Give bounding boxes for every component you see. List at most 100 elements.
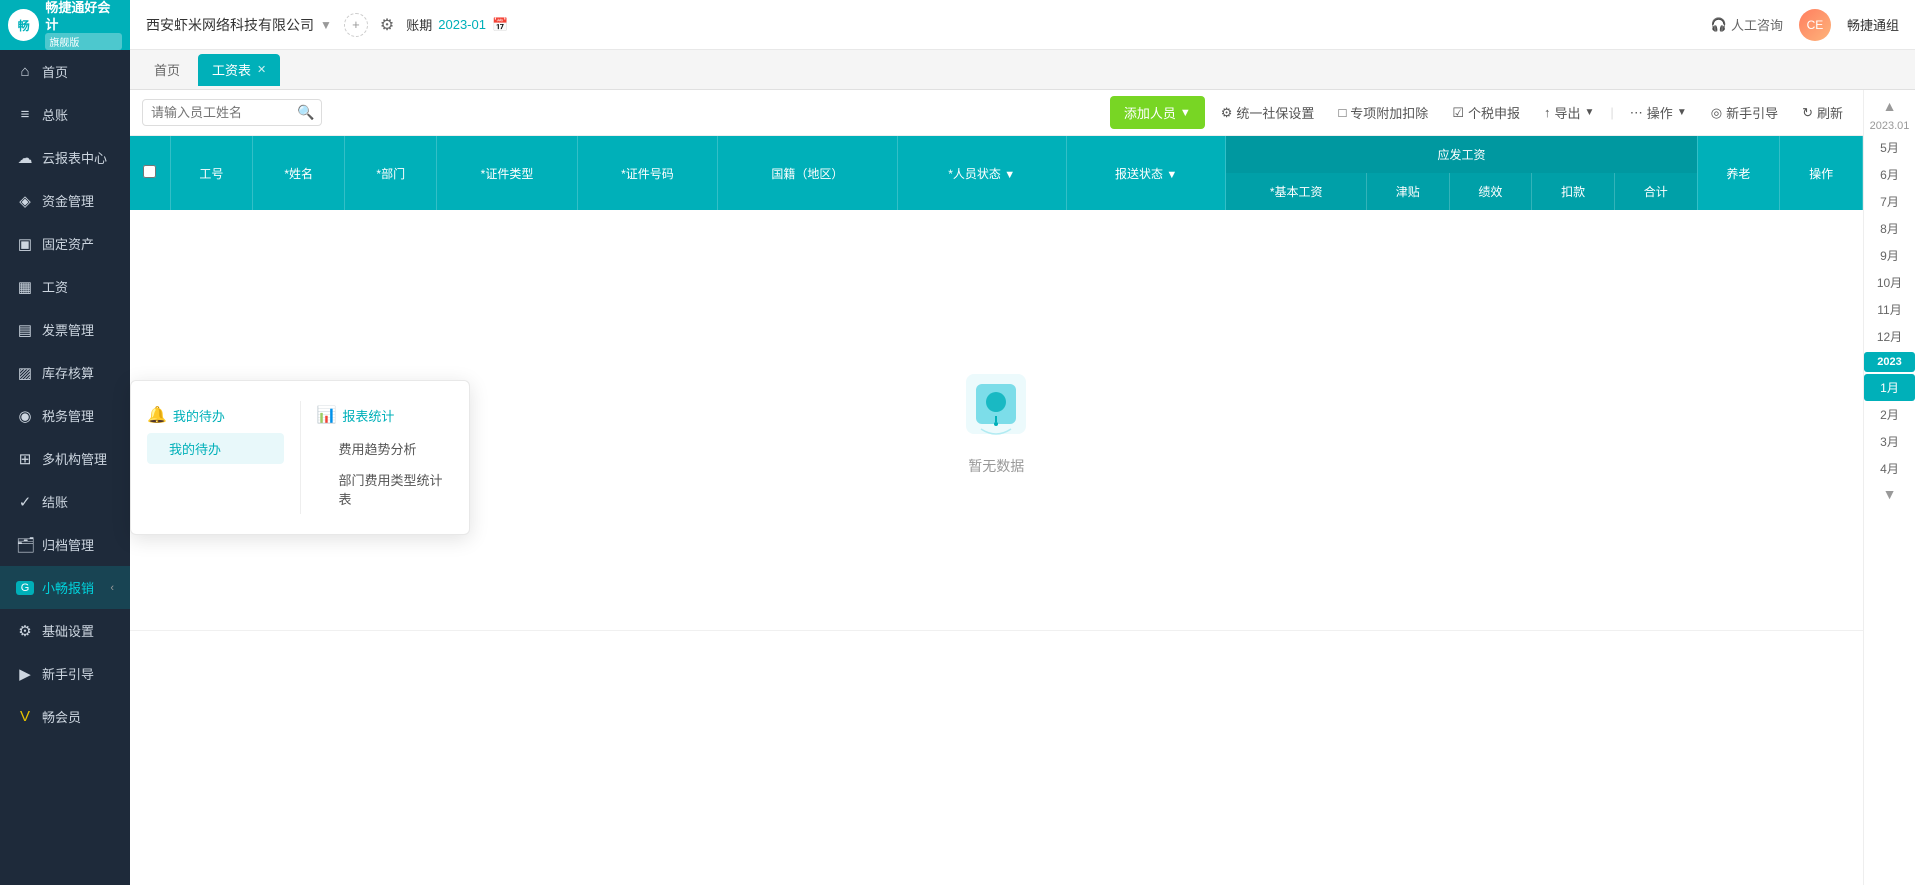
actions-header: 操作 xyxy=(1780,136,1863,210)
multi-org-icon: ⊞ xyxy=(16,450,34,468)
sidebar-item-basic-settings[interactable]: ⚙ 基础设置 xyxy=(0,609,130,652)
timeline-month-11[interactable]: 11月 xyxy=(1864,296,1915,323)
timeline-month-6[interactable]: 6月 xyxy=(1864,161,1915,188)
sidebar-item-invoice[interactable]: ▤ 发票管理 xyxy=(0,308,130,351)
calendar-icon[interactable]: 📅 xyxy=(492,17,508,33)
inventory-icon: ▨ xyxy=(16,364,34,382)
tab-salary-table[interactable]: 工资表 ✕ xyxy=(198,54,280,86)
sidebar-item-multi-org[interactable]: ⊞ 多机构管理 xyxy=(0,437,130,480)
search-icon: 🔍 xyxy=(297,104,314,121)
checkbox-header[interactable] xyxy=(130,136,170,210)
invoice-icon: ▤ xyxy=(16,321,34,339)
social-insurance-button[interactable]: ⚙ 统一社保设置 xyxy=(1213,99,1323,126)
timeline-month-3[interactable]: 3月 xyxy=(1864,428,1915,455)
cloud-icon: ☁ xyxy=(16,149,34,167)
settings-button[interactable]: ⚙ xyxy=(380,15,394,35)
operation-button[interactable]: ⋯ 操作 ▼ xyxy=(1622,99,1695,126)
timeline-month-5[interactable]: 5月 xyxy=(1864,134,1915,161)
sidebar-item-new-guide[interactable]: ▶ 新手引导 xyxy=(0,652,130,695)
employee-no-header: 工号 xyxy=(170,136,253,210)
sidebar-item-fixed-assets[interactable]: ▣ 固定资产 xyxy=(0,222,130,265)
timeline-month-7[interactable]: 7月 xyxy=(1864,188,1915,215)
total-header: 合计 xyxy=(1614,173,1697,210)
avatar: CE xyxy=(1799,9,1831,41)
popup-item-dept-cost[interactable]: 部门费用类型统计表 xyxy=(317,464,454,514)
timeline-down-icon[interactable]: ▼ xyxy=(1879,482,1901,506)
tabbar: 首页 工资表 ✕ xyxy=(130,50,1915,90)
add-person-button[interactable]: 添加人员 ▼ xyxy=(1110,96,1205,129)
sidebar-item-tax[interactable]: ◉ 税务管理 xyxy=(0,394,130,437)
tab-close-icon[interactable]: ✕ xyxy=(257,63,266,76)
sidebar-item-archive[interactable]: 🗂 归档管理 xyxy=(0,523,130,566)
tax-deduction-button[interactable]: □ 专项附加扣除 xyxy=(1330,99,1436,126)
timeline-month-4[interactable]: 4月 xyxy=(1864,455,1915,482)
empty-icon xyxy=(956,364,1036,444)
building-icon: ▣ xyxy=(16,235,34,253)
archive-icon: 🗂 xyxy=(16,536,34,554)
reports-title-icon: 📊 xyxy=(317,405,337,425)
operation-arrow-icon: ▼ xyxy=(1677,107,1687,118)
timeline-year-label: 2023.01 xyxy=(1870,118,1910,134)
pension-header: 养老 xyxy=(1697,136,1780,210)
refresh-button[interactable]: ↻ 刷新 xyxy=(1794,99,1851,126)
sidebar-item-xiao-chang[interactable]: G 小畅报销 ‹ xyxy=(0,566,130,609)
export-icon: ↑ xyxy=(1544,105,1551,120)
sidebar-item-fund[interactable]: ◈ 资金管理 xyxy=(0,179,130,222)
sidebar-item-inventory[interactable]: ▨ 库存核算 xyxy=(0,351,130,394)
export-arrow-icon: ▼ xyxy=(1585,107,1595,118)
select-all-checkbox[interactable] xyxy=(143,165,156,178)
add-company-button[interactable]: + xyxy=(344,13,368,37)
header: 西安虾米网络科技有限公司 ▼ + ⚙ 账期 2023-01 📅 🎧 人工咨询 C… xyxy=(130,0,1915,50)
customer-service-button[interactable]: 🎧 人工咨询 xyxy=(1711,15,1783,34)
username: 畅捷通组 xyxy=(1847,15,1899,34)
tax-declaration-button[interactable]: ☑ 个税申报 xyxy=(1444,99,1528,126)
home-icon: ⌂ xyxy=(16,63,34,80)
app-logo: 畅 畅捷通好会计 旗舰版 xyxy=(0,0,130,50)
sidebar-item-cloud-report[interactable]: ☁ 云报表中心 xyxy=(0,136,130,179)
sidebar-item-checkout[interactable]: ✓ 结账 xyxy=(0,480,130,523)
base-salary-header: *基本工资 xyxy=(1226,173,1366,210)
timeline-month-2[interactable]: 2月 xyxy=(1864,401,1915,428)
popup-reports-title: 📊 报表统计 xyxy=(317,401,454,433)
allowance-header: 津贴 xyxy=(1366,173,1449,210)
export-button[interactable]: ↑ 导出 ▼ xyxy=(1536,99,1602,126)
popup-row: 🔔 我的待办 我的待办 📊 报表统计 费用趋势分析 部门费用类型统计表 xyxy=(131,393,469,522)
deductions-header: 扣款 xyxy=(1532,173,1615,210)
popup-menu: 🔔 我的待办 我的待办 📊 报表统计 费用趋势分析 部门费用类型统计表 xyxy=(130,380,470,535)
new-guide-icon: ◎ xyxy=(1711,105,1722,121)
search-input[interactable] xyxy=(151,105,291,120)
department-header: *部门 xyxy=(345,136,437,210)
tab-home[interactable]: 首页 xyxy=(140,54,194,86)
timeline-month-9[interactable]: 9月 xyxy=(1864,242,1915,269)
company-name: 西安虾米网络科技有限公司 xyxy=(146,15,314,35)
tax-deduction-icon: □ xyxy=(1338,105,1346,120)
report-status-filter-icon[interactable]: ▼ xyxy=(1166,169,1177,181)
app-name: 畅捷通好会计 xyxy=(45,0,122,33)
sidebar: 畅 畅捷通好会计 旗舰版 ⌂ 首页 ≡ 总账 ☁ 云报表中心 ◈ 资金管理 ▣ … xyxy=(0,0,130,885)
salary-icon: ▦ xyxy=(16,278,34,296)
sidebar-item-home[interactable]: ⌂ 首页 xyxy=(0,50,130,93)
timeline-month-10[interactable]: 10月 xyxy=(1864,269,1915,296)
add-person-arrow-icon: ▼ xyxy=(1180,107,1191,119)
sidebar-nav: ⌂ 首页 ≡ 总账 ☁ 云报表中心 ◈ 资金管理 ▣ 固定资产 ▦ 工资 ▤ 发… xyxy=(0,50,130,885)
timeline-month-1[interactable]: 1月 xyxy=(1864,374,1915,401)
popup-item-cost-trend[interactable]: 费用趋势分析 xyxy=(317,433,454,464)
person-status-filter-icon[interactable]: ▼ xyxy=(1004,169,1015,181)
timeline-month-12[interactable]: 12月 xyxy=(1864,323,1915,350)
should-pay-group-header: 应发工资 xyxy=(1226,136,1697,173)
popup-col-pending: 🔔 我的待办 我的待办 xyxy=(131,393,300,522)
sidebar-item-ledger[interactable]: ≡ 总账 xyxy=(0,93,130,136)
sidebar-item-member[interactable]: V 畅会员 xyxy=(0,695,130,738)
accounting-period: 账期 2023-01 📅 xyxy=(406,15,508,34)
operation-icon: ⋯ xyxy=(1630,105,1643,121)
new-guide-button[interactable]: ◎ 新手引导 xyxy=(1703,99,1786,126)
popup-col-reports: 📊 报表统计 费用趋势分析 部门费用类型统计表 xyxy=(301,393,470,522)
timeline-up-icon[interactable]: ▲ xyxy=(1879,94,1901,118)
sidebar-item-salary[interactable]: ▦ 工资 xyxy=(0,265,130,308)
tax-declaration-icon: ☑ xyxy=(1452,105,1464,121)
popup-item-my-pending[interactable]: 我的待办 xyxy=(147,433,284,464)
company-selector[interactable]: 西安虾米网络科技有限公司 ▼ xyxy=(146,15,332,35)
timeline-month-8[interactable]: 8月 xyxy=(1864,215,1915,242)
settings-icon: ⚙ xyxy=(16,622,34,640)
play-icon: ▶ xyxy=(16,665,34,683)
